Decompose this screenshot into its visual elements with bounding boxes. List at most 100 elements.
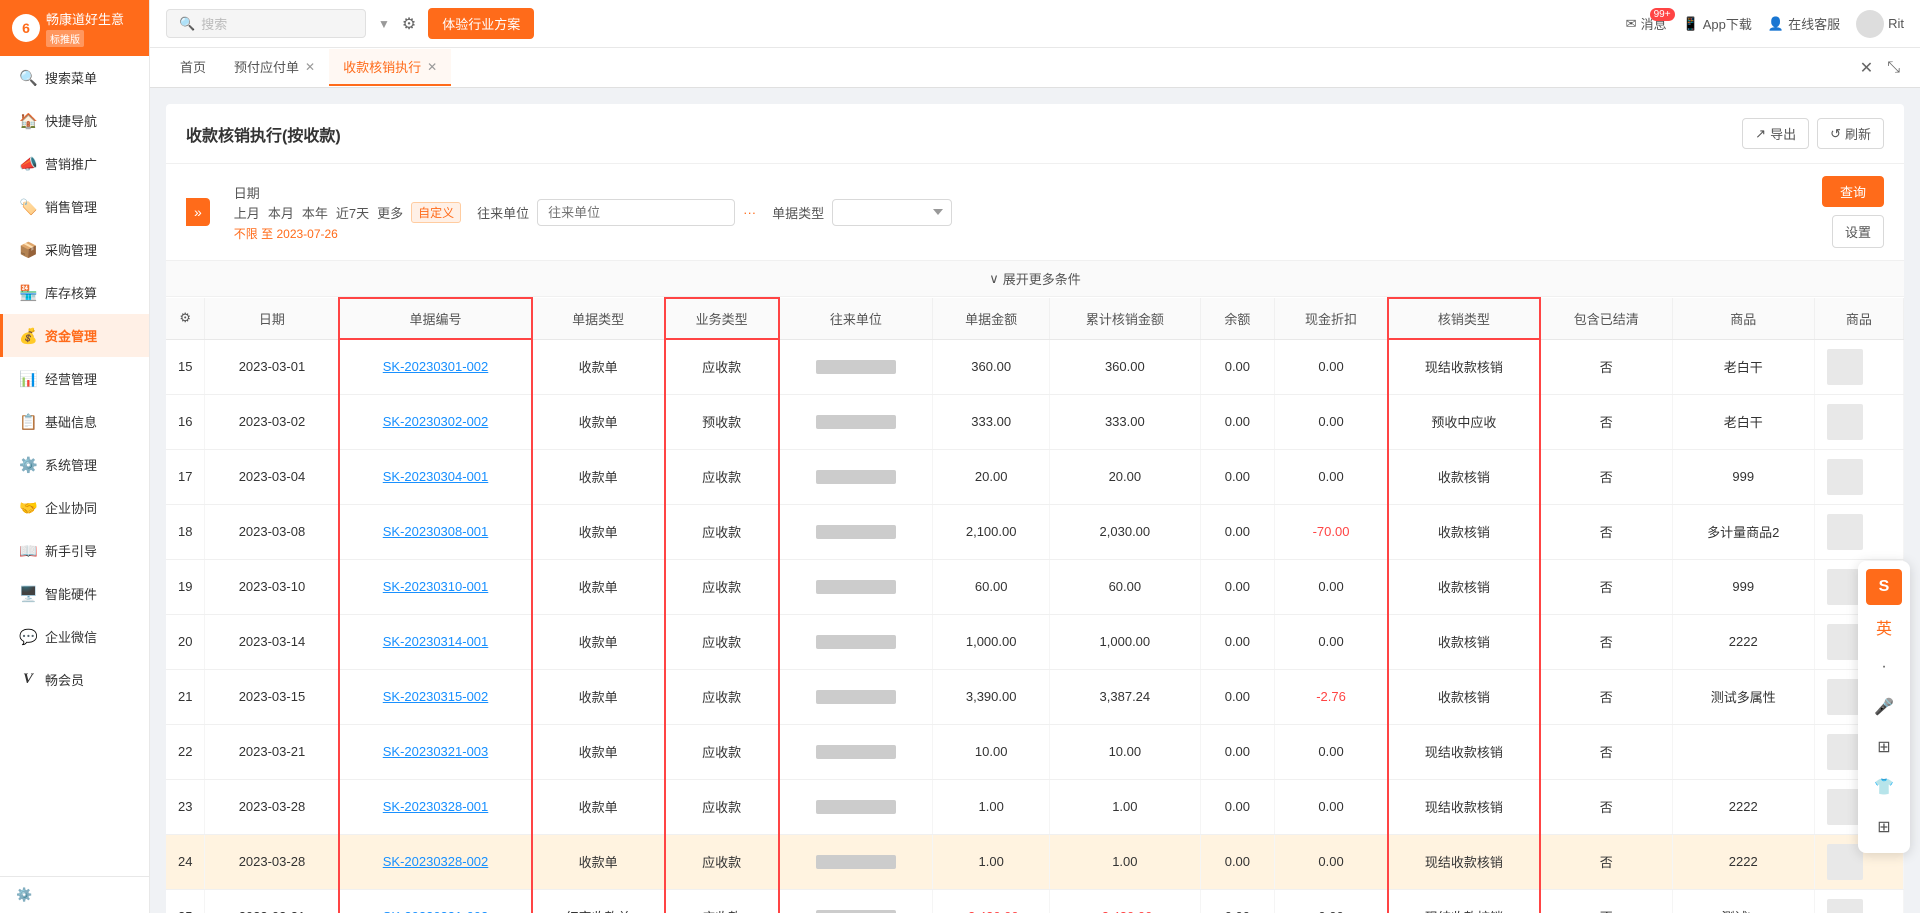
cell-date: 2023-03-10 — [205, 559, 339, 614]
bill-type-select[interactable] — [832, 199, 952, 226]
sidebar-item-wechat[interactable]: 💬 企业微信 — [0, 615, 149, 658]
sidebar-item-member[interactable]: V 畅会员 — [0, 658, 149, 701]
float-dot-icon[interactable]: · — [1866, 649, 1902, 685]
bill-no-link[interactable]: SK-20230315-002 — [383, 689, 489, 704]
bill-no-link[interactable]: SK-20230328-001 — [383, 799, 489, 814]
tab-prepay[interactable]: 预付应付单 ✕ — [220, 49, 329, 86]
bill-no-link[interactable]: SK-20230328-002 — [383, 854, 489, 869]
cell-bill-no[interactable]: SK-20230301-002 — [339, 339, 531, 394]
th-gear[interactable]: ⚙ — [166, 298, 205, 339]
blurred-partner — [816, 360, 896, 374]
cell-partner — [779, 889, 933, 913]
sidebar-item-label: 库存核算 — [45, 283, 97, 302]
sidebar-item-marketing[interactable]: 📣 营销推广 — [0, 142, 149, 185]
cell-balance: 0.00 — [1200, 559, 1275, 614]
float-plus-icon[interactable]: ⊞ — [1866, 809, 1902, 845]
cell-bill-no[interactable]: SK-20230304-001 — [339, 449, 531, 504]
custom-date-btn[interactable]: 自定义 — [411, 202, 461, 223]
expand-more-button[interactable]: ∨ 展开更多条件 — [989, 269, 1081, 288]
float-english-icon[interactable]: 英 — [1866, 609, 1902, 645]
sidebar-item-finance[interactable]: 💰 资金管理 — [0, 314, 149, 357]
float-mic-icon[interactable]: 🎤 — [1866, 689, 1902, 725]
operations-icon: 📊 — [19, 370, 37, 388]
topbar-gear-icon[interactable]: ⚙ — [402, 14, 416, 34]
cell-bill-no[interactable]: SK-20230308-001 — [339, 504, 531, 559]
bill-no-link[interactable]: SK-20230302-002 — [383, 414, 489, 429]
topbar-search-box[interactable]: 🔍 搜索 — [166, 9, 366, 38]
bill-no-link[interactable]: SK-20230321-003 — [383, 744, 489, 759]
tab-fullscreen-btn[interactable]: ⤡ — [1883, 55, 1904, 81]
sidebar-item-quicknav[interactable]: 🏠 快捷导航 — [0, 99, 149, 142]
tab-home-label: 首页 — [180, 57, 206, 76]
tab-receipt-exec[interactable]: 收款核销执行 ✕ — [329, 49, 451, 86]
cell-bill-no[interactable]: SK-20230331-002 — [339, 889, 531, 913]
cell-include-settled: 否 — [1540, 724, 1672, 779]
query-button[interactable]: 查询 — [1822, 176, 1884, 207]
filter-more-dots[interactable]: ··· — [743, 205, 756, 220]
sidebar-item-purchase[interactable]: 📦 采购管理 — [0, 228, 149, 271]
cell-bill-no[interactable]: SK-20230321-003 — [339, 724, 531, 779]
cell-amount: 10.00 — [933, 724, 1050, 779]
filter-setting-button[interactable]: 设置 — [1832, 215, 1884, 248]
industry-solution-button[interactable]: 体验行业方案 — [428, 8, 534, 39]
sidebar-item-label: 采购管理 — [45, 240, 97, 259]
user-avatar-btn[interactable]: Rit — [1856, 10, 1904, 38]
tab-home[interactable]: 首页 — [166, 49, 220, 86]
cell-bill-no[interactable]: SK-20230328-001 — [339, 779, 531, 834]
sidebar-item-system[interactable]: ⚙️ 系统管理 — [0, 443, 149, 486]
float-grid-icon[interactable]: ⊞ — [1866, 729, 1902, 765]
sidebar-item-label: 营销推广 — [45, 154, 97, 173]
sidebar-item-sales[interactable]: 🏷️ 销售管理 — [0, 185, 149, 228]
cell-no: 24 — [166, 834, 205, 889]
cell-bill-no[interactable]: SK-20230328-002 — [339, 834, 531, 889]
customer-service-btn[interactable]: 👤 在线客服 — [1768, 14, 1840, 33]
cell-bill-no[interactable]: SK-20230315-002 — [339, 669, 531, 724]
tab-receipt-exec-close-icon[interactable]: ✕ — [427, 60, 437, 74]
sidebar-settings-btn[interactable]: ⚙️ — [0, 877, 149, 913]
cell-include-settled: 否 — [1540, 504, 1672, 559]
cell-partner — [779, 559, 933, 614]
expand-more-label: 展开更多条件 — [1003, 269, 1081, 288]
cell-bill-no[interactable]: SK-20230310-001 — [339, 559, 531, 614]
this-year-link[interactable]: 本年 — [302, 203, 328, 222]
bill-no-link[interactable]: SK-20230308-001 — [383, 524, 489, 539]
cell-partner — [779, 394, 933, 449]
sidebar-item-inventory[interactable]: 🏪 库存核算 — [0, 271, 149, 314]
sidebar-item-hardware[interactable]: 🖥️ 智能硬件 — [0, 572, 149, 615]
cell-bill-no[interactable]: SK-20230302-002 — [339, 394, 531, 449]
bill-no-link[interactable]: SK-20230304-001 — [383, 469, 489, 484]
cell-discount: -2.76 — [1275, 669, 1388, 724]
cell-verify-type: 现结收款核销 — [1388, 724, 1540, 779]
cell-bill-no[interactable]: SK-20230314-001 — [339, 614, 531, 669]
sidebar-item-guide[interactable]: 📖 新手引导 — [0, 529, 149, 572]
sidebar-item-label: 基础信息 — [45, 412, 97, 431]
chevron-down-icon: ▼ — [378, 17, 390, 31]
cell-biz-type: 应收款 — [665, 449, 779, 504]
sidebar-item-label: 新手引导 — [45, 541, 97, 560]
sidebar-item-operations[interactable]: 📊 经营管理 — [0, 357, 149, 400]
cell-verify-type: 收款核销 — [1388, 614, 1540, 669]
refresh-button[interactable]: ↺ 刷新 — [1817, 118, 1884, 149]
product-thumbnail — [1827, 844, 1863, 880]
bill-no-link[interactable]: SK-20230301-002 — [383, 359, 489, 374]
sidebar-item-basic[interactable]: 📋 基础信息 — [0, 400, 149, 443]
bill-no-link[interactable]: SK-20230314-001 — [383, 634, 489, 649]
bill-no-link[interactable]: SK-20230331-002 — [383, 909, 489, 913]
sidebar-item-enterprise[interactable]: 🤝 企业协同 — [0, 486, 149, 529]
last-7-days-link[interactable]: 近7天 — [336, 203, 369, 222]
date-filter-group: 日期 上月 本月 本年 近7天 更多 自定义 不限 至 2023-07-26 — [234, 183, 461, 242]
more-date-link[interactable]: 更多 — [377, 203, 403, 222]
export-button[interactable]: ↗ 导出 — [1742, 118, 1809, 149]
tab-prepay-close-icon[interactable]: ✕ — [305, 60, 315, 74]
cell-include-settled: 否 — [1540, 614, 1672, 669]
float-shirt-icon[interactable]: 👕 — [1866, 769, 1902, 805]
bill-no-link[interactable]: SK-20230310-001 — [383, 579, 489, 594]
tab-close-window-btn[interactable]: ✕ — [1856, 54, 1877, 82]
messages-badge[interactable]: ✉ 消息 99+ — [1626, 14, 1667, 33]
filter-expand-button[interactable]: » — [186, 198, 210, 226]
partner-filter-input[interactable] — [537, 199, 735, 226]
sidebar-item-search[interactable]: 🔍 搜索菜单 — [0, 56, 149, 99]
this-month-link[interactable]: 本月 — [268, 203, 294, 222]
app-download-btn[interactable]: 📱 App下载 — [1683, 14, 1752, 33]
last-month-link[interactable]: 上月 — [234, 203, 260, 222]
